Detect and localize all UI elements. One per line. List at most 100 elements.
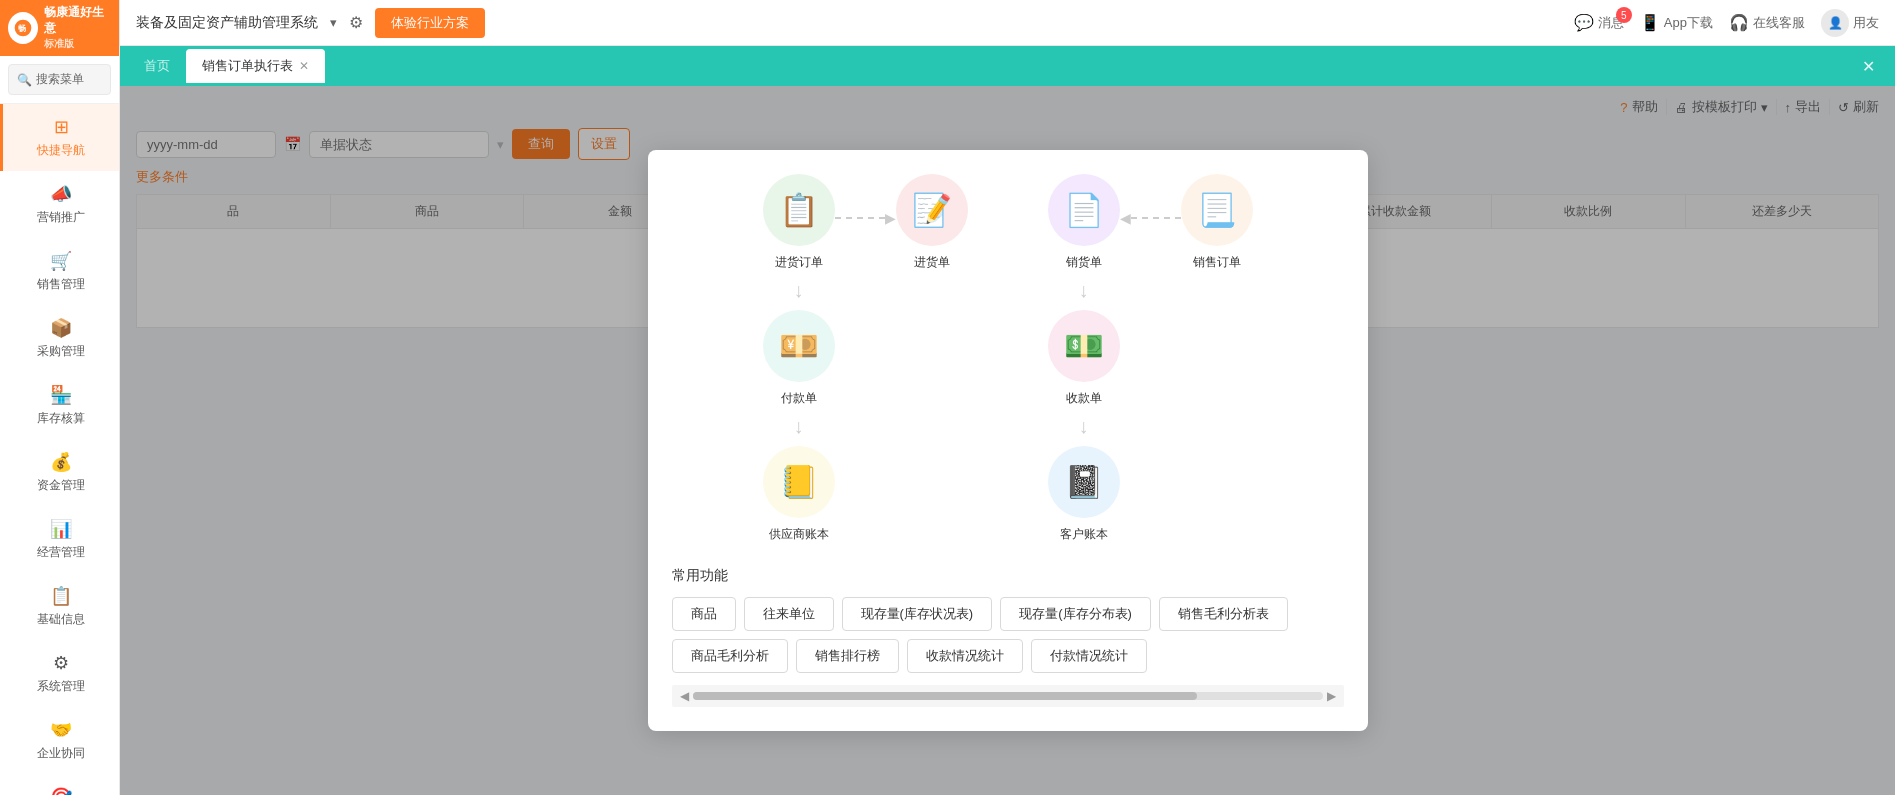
topbar-dropdown-arrow[interactable]: ▾ (330, 15, 337, 30)
left-flow-column: 📋 进货订单 ↓ 💴 付款单 ↓ (763, 174, 835, 543)
online-service-button[interactable]: 🎧 在线客服 (1729, 13, 1805, 32)
marketing-label: 营销推广 (37, 209, 85, 226)
enterprise-icon: 🤝 (50, 719, 72, 741)
func-button-3[interactable]: 现存量(库存分布表) (1000, 597, 1151, 631)
flow-item-receipt[interactable]: 💵 收款单 (1048, 310, 1120, 407)
flow-item-supplier-account[interactable]: 📒 供应商账本 (763, 446, 835, 543)
experience-plan-button[interactable]: 体验行业方案 (375, 8, 485, 38)
scrollbar-track[interactable] (693, 692, 1323, 700)
user-button[interactable]: 👤 用友 (1821, 9, 1879, 37)
sidebar-item-quick-nav[interactable]: ⊞快捷导航 (0, 104, 119, 171)
flow-chart: 📋 进货订单 ↓ 💴 付款单 ↓ (672, 174, 1344, 543)
inventory-label: 库存核算 (37, 410, 85, 427)
sidebar-item-enterprise[interactable]: 🤝企业协同 (0, 707, 119, 774)
purchase-order-label: 进货订单 (775, 254, 823, 271)
svg-text:畅: 畅 (18, 23, 26, 33)
page-content: ? 帮助 🖨 按模板打印 ▾ ↑ 导出 (120, 86, 1895, 795)
user-name: 用友 (1853, 14, 1879, 32)
sidebar-item-marketing[interactable]: 📣 营销推广 (0, 171, 119, 238)
online-service-icon: 🎧 (1729, 13, 1749, 32)
sidebar-item-system[interactable]: ⚙ 系统管理 (0, 640, 119, 707)
sales-invoice-label: 销货单 (1066, 254, 1102, 271)
purchase-invoice-label: 进货单 (914, 254, 950, 271)
receipt-circle: 💵 (1048, 310, 1120, 382)
flow-item-payment[interactable]: 💴 付款单 (763, 310, 835, 407)
sidebar: 畅 畅康通好生意 标准版 🔍 搜索菜单 ⊞快捷导航 📣 营销推广 🛒销售管理 📦 采购管理… (0, 0, 120, 795)
tab-sales-order-execution[interactable]: 销售订单执行表 ✕ (186, 49, 325, 83)
arrow-down-2: ↓ (794, 415, 804, 438)
sidebar-item-purchase[interactable]: 📦 采购管理 (0, 305, 119, 372)
flow-item-customer-account[interactable]: 📓 客户账本 (1048, 446, 1120, 543)
scrollbar-row[interactable]: ◀ ▶ (672, 685, 1344, 707)
tab-home[interactable]: 首页 (128, 49, 186, 83)
scroll-right-icon[interactable]: ▶ (1327, 689, 1336, 703)
supplier-account-label: 供应商账本 (769, 526, 829, 543)
sidebar-item-operation[interactable]: 📊 经营管理 (0, 506, 119, 573)
system-label: 系统管理 (37, 678, 85, 695)
purchase-label: 采购管理 (37, 343, 85, 360)
sidebar-search-area: 🔍 搜索菜单 (0, 56, 119, 104)
tab-close-icon[interactable]: ✕ (299, 59, 309, 73)
func-buttons-row1: 商品往来单位现存量(库存状况表)现存量(库存分布表)销售毛利分析表商品毛利分析销… (672, 597, 1344, 673)
tab-bar: 首页 销售订单执行表 ✕ ✕ (120, 46, 1895, 86)
sidebar-item-beginner[interactable]: 🎯新手引导 (0, 774, 119, 795)
modal-overlay[interactable]: 📋 进货订单 ↓ 💴 付款单 ↓ (120, 86, 1895, 795)
func-button-2[interactable]: 现存量(库存状况表) (842, 597, 993, 631)
payment-label: 付款单 (781, 390, 817, 407)
scrollbar-thumb (693, 692, 1197, 700)
app-download-button[interactable]: 📱 App下载 (1640, 13, 1713, 32)
purchase-invoice-column: 📝 进货单 (896, 174, 968, 271)
operation-icon: 📊 (50, 518, 72, 540)
tab-home-label: 首页 (144, 57, 170, 75)
basic-info-label: 基础信息 (37, 611, 85, 628)
sidebar-item-basic-info[interactable]: 📋基础信息 (0, 573, 119, 640)
sales-order-circle: 📃 (1181, 174, 1253, 246)
func-button-7[interactable]: 收款情况统计 (907, 639, 1023, 673)
purchase-icon: 📦 (50, 317, 72, 339)
common-functions-title: 常用功能 (672, 567, 1344, 585)
system-icon: ⚙ (53, 652, 69, 674)
func-button-1[interactable]: 往来单位 (744, 597, 834, 631)
marketing-icon: 📣 (50, 183, 72, 205)
sidebar-item-inventory[interactable]: 🏪库存核算 (0, 372, 119, 439)
sidebar-item-finance[interactable]: 💰 资金管理 (0, 439, 119, 506)
flow-item-sales-order[interactable]: 📃 销售订单 (1181, 174, 1253, 271)
func-button-4[interactable]: 销售毛利分析表 (1159, 597, 1288, 631)
common-functions: 常用功能 商品往来单位现存量(库存状况表)现存量(库存分布表)销售毛利分析表商品… (672, 567, 1344, 673)
search-menu-label: 搜索菜单 (36, 71, 84, 88)
tab-sales-order-execution-label: 销售订单执行表 (202, 57, 293, 75)
scroll-left-icon[interactable]: ◀ (680, 689, 689, 703)
sidebar-item-sales[interactable]: 🛒销售管理 (0, 238, 119, 305)
func-button-6[interactable]: 销售排行榜 (796, 639, 899, 673)
app-download-label: App下载 (1664, 14, 1713, 32)
arrow-down-3: ↓ (1079, 279, 1089, 302)
finance-icon: 💰 (50, 451, 72, 473)
func-button-5[interactable]: 商品毛利分析 (672, 639, 788, 673)
func-button-0[interactable]: 商品 (672, 597, 736, 631)
flow-item-purchase-invoice[interactable]: 📝 进货单 (896, 174, 968, 271)
receipt-label: 收款单 (1066, 390, 1102, 407)
customer-account-label: 客户账本 (1060, 526, 1108, 543)
sales-invoice-circle: 📄 (1048, 174, 1120, 246)
arrow-down-4: ↓ (1079, 415, 1089, 438)
search-menu-button[interactable]: 🔍 搜索菜单 (8, 64, 111, 95)
finance-label: 资金管理 (37, 477, 85, 494)
sales-order-column: 📃 销售订单 (1181, 174, 1253, 271)
beginner-icon: 🎯 (50, 786, 72, 795)
flow-item-purchase-order[interactable]: 📋 进货订单 (763, 174, 835, 271)
tab-bar-close-button[interactable]: ✕ (1850, 57, 1887, 76)
topbar: 装备及固定资产辅助管理系统 ▾ ⚙ 体验行业方案 💬 5 消息 📱 App下载 … (120, 0, 1895, 46)
func-button-8[interactable]: 付款情况统计 (1031, 639, 1147, 673)
operation-label: 经营管理 (37, 544, 85, 561)
quick-nav-icon: ⊞ (54, 116, 69, 138)
logo-sub: 标准版 (44, 37, 111, 51)
settings-icon[interactable]: ⚙ (349, 13, 363, 32)
logo-text: 畅康通好生意 (44, 5, 111, 36)
system-title: 装备及固定资产辅助管理系统 (136, 14, 318, 32)
message-button[interactable]: 💬 5 消息 (1574, 13, 1624, 32)
message-badge: 5 (1616, 7, 1632, 23)
sales-icon: 🛒 (50, 250, 72, 272)
sidebar-logo: 畅 畅康通好生意 标准版 (0, 0, 119, 56)
flow-item-sales-invoice[interactable]: 📄 销货单 (1048, 174, 1120, 271)
online-service-label: 在线客服 (1753, 14, 1805, 32)
